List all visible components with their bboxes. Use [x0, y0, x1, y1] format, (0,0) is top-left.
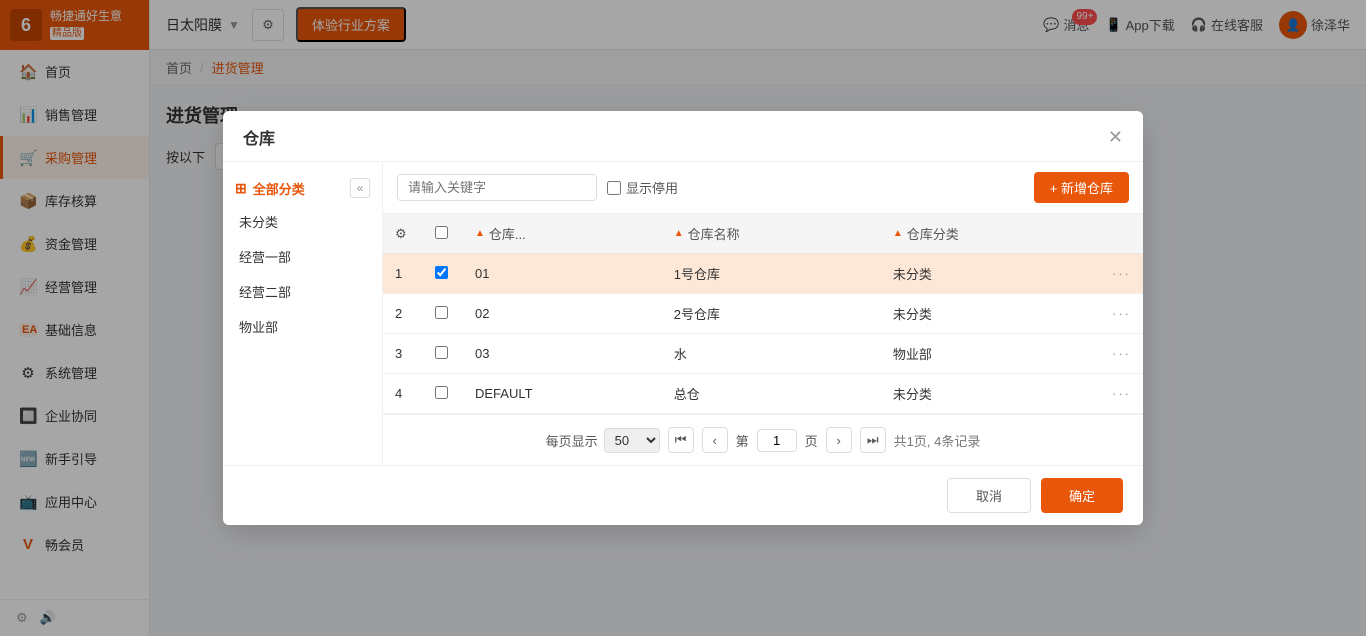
- table-row[interactable]: 4 DEFAULT 总仓 未分类 ···: [383, 374, 1143, 414]
- pagination: 每页显示 50 20 100 ⏮ ‹ 第 页 › ⏭ 共1页, 4条记录: [383, 414, 1143, 465]
- th-code: ▲ 仓库...: [463, 214, 662, 254]
- row-checkbox[interactable]: [423, 374, 463, 414]
- row-actions[interactable]: ···: [1100, 294, 1143, 334]
- row-name: 2号仓库: [662, 294, 881, 334]
- th-checkbox: [423, 214, 463, 254]
- dialog-body: ⊞ 全部分类 « 未分类 经营一部 经营二部 物业部 🔍: [223, 162, 1143, 465]
- warehouse-dialog: 仓库 ✕ ⊞ 全部分类 « 未分类 经营一部 经营二部 物业部: [223, 111, 1143, 525]
- row-category: 未分类: [881, 254, 1100, 294]
- row-code: DEFAULT: [463, 374, 662, 414]
- modal-overlay: 仓库 ✕ ⊞ 全部分类 « 未分类 经营一部 经营二部 物业部: [0, 0, 1366, 636]
- search-input[interactable]: [398, 175, 594, 200]
- show-disabled-text: 显示停用: [626, 178, 678, 197]
- next-page-button[interactable]: ›: [826, 427, 852, 453]
- collapse-button[interactable]: «: [350, 178, 370, 198]
- th-category: ▲ 仓库分类: [881, 214, 1100, 254]
- sort-icon: ▲: [475, 228, 485, 239]
- row-code: 01: [463, 254, 662, 294]
- row-name: 1号仓库: [662, 254, 881, 294]
- page-number-input[interactable]: [757, 429, 797, 452]
- settings-column-icon: ⚙: [395, 226, 407, 241]
- row-category: 未分类: [881, 294, 1100, 334]
- category-header: ⊞ 全部分类 «: [223, 172, 382, 204]
- all-category-button[interactable]: ⊞ 全部分类: [235, 179, 305, 198]
- add-warehouse-button[interactable]: + 新增仓库: [1034, 172, 1129, 203]
- per-page-select[interactable]: 50 20 100: [604, 428, 660, 453]
- category-panel: ⊞ 全部分类 « 未分类 经营一部 经营二部 物业部: [223, 162, 383, 465]
- row-name: 水: [662, 334, 881, 374]
- right-panel: 🔍 显示停用 + 新增仓库 ⚙: [383, 162, 1143, 465]
- row-code: 03: [463, 334, 662, 374]
- dialog-close-button[interactable]: ✕: [1108, 128, 1123, 146]
- row-code: 02: [463, 294, 662, 334]
- table-header-row: ⚙ ▲ 仓库...: [383, 214, 1143, 254]
- table-row[interactable]: 3 03 水 物业部 ···: [383, 334, 1143, 374]
- dialog-title: 仓库: [243, 125, 275, 149]
- right-toolbar: 🔍 显示停用 + 新增仓库: [383, 162, 1143, 214]
- row-index: 2: [383, 294, 423, 334]
- dialog-header: 仓库 ✕: [223, 111, 1143, 162]
- confirm-button[interactable]: 确定: [1041, 478, 1123, 513]
- row-actions[interactable]: ···: [1100, 374, 1143, 414]
- category-item-ops2[interactable]: 经营二部: [223, 274, 382, 309]
- cancel-button[interactable]: 取消: [947, 478, 1031, 513]
- row-index: 4: [383, 374, 423, 414]
- row-name: 总仓: [662, 374, 881, 414]
- last-page-button[interactable]: ⏭: [860, 427, 886, 453]
- per-page-selector: 每页显示 50 20 100: [546, 428, 660, 453]
- page-unit: 页: [805, 431, 818, 450]
- th-name: ▲ 仓库名称: [662, 214, 881, 254]
- search-box: 🔍: [397, 174, 597, 201]
- th-settings: ⚙: [383, 214, 423, 254]
- grid-icon: ⊞: [235, 180, 247, 197]
- show-disabled-label[interactable]: 显示停用: [607, 178, 678, 197]
- warehouse-table: ⚙ ▲ 仓库...: [383, 214, 1143, 414]
- all-category-label: 全部分类: [253, 179, 305, 198]
- per-page-label: 每页显示: [546, 431, 598, 450]
- search-icon[interactable]: 🔍: [594, 179, 597, 196]
- category-item-unclassified[interactable]: 未分类: [223, 204, 382, 239]
- select-all-checkbox[interactable]: [435, 226, 448, 239]
- category-item-property[interactable]: 物业部: [223, 309, 382, 344]
- table-row[interactable]: 1 01 1号仓库 未分类 ···: [383, 254, 1143, 294]
- table-container: ⚙ ▲ 仓库...: [383, 214, 1143, 414]
- row-checkbox[interactable]: [423, 254, 463, 294]
- th-actions: [1100, 214, 1143, 254]
- first-page-button[interactable]: ⏮: [668, 427, 694, 453]
- row-index: 3: [383, 334, 423, 374]
- row-actions[interactable]: ···: [1100, 334, 1143, 374]
- row-actions[interactable]: ···: [1100, 254, 1143, 294]
- row-checkbox[interactable]: [423, 334, 463, 374]
- table-row[interactable]: 2 02 2号仓库 未分类 ···: [383, 294, 1143, 334]
- row-category: 物业部: [881, 334, 1100, 374]
- page-label: 第: [736, 431, 749, 450]
- category-item-ops1[interactable]: 经营一部: [223, 239, 382, 274]
- sort-icon-name: ▲: [674, 228, 684, 239]
- dialog-footer: 取消 确定: [223, 465, 1143, 525]
- row-category: 未分类: [881, 374, 1100, 414]
- total-info: 共1页, 4条记录: [894, 431, 981, 450]
- show-disabled-checkbox[interactable]: [607, 181, 621, 195]
- prev-page-button[interactable]: ‹: [702, 427, 728, 453]
- row-index: 1: [383, 254, 423, 294]
- sort-icon-cat: ▲: [893, 228, 903, 239]
- row-checkbox[interactable]: [423, 294, 463, 334]
